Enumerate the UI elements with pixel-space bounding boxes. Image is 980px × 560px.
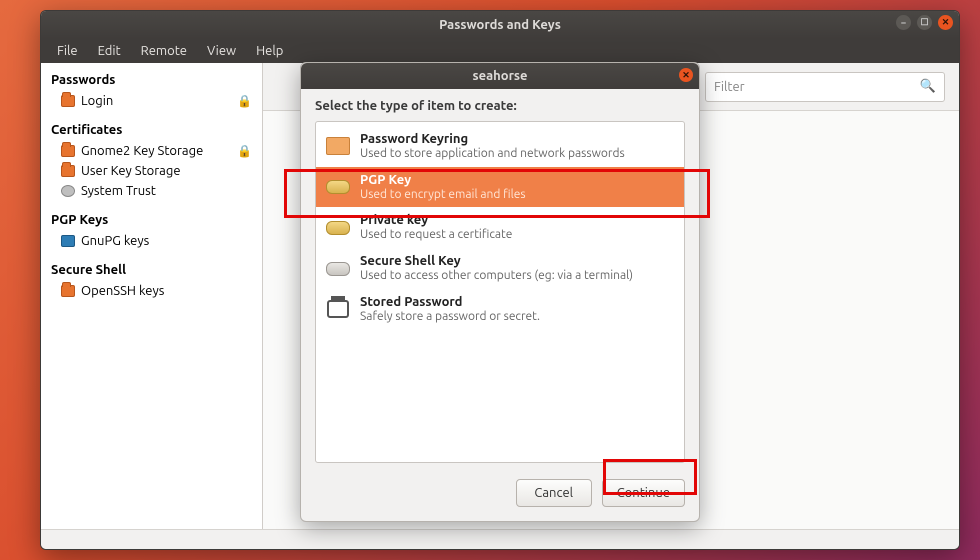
lock-icon: 🔒	[237, 94, 252, 108]
folder-icon	[61, 145, 75, 157]
search-icon: 🔍	[920, 79, 936, 94]
item-type-title: Private key	[360, 213, 512, 228]
cancel-button[interactable]: Cancel	[516, 479, 592, 507]
menu-file[interactable]: File	[49, 42, 86, 60]
item-type-desc: Safely store a password or secret.	[360, 310, 540, 324]
folder-icon	[61, 165, 75, 177]
key-icon	[326, 216, 350, 240]
sidebar-item-label: Gnome2 Key Storage	[81, 144, 203, 158]
item-type-row[interactable]: PGP KeyUsed to encrypt email and files	[316, 167, 684, 208]
new-item-dialog: seahorse ✕ Select the type of item to cr…	[300, 62, 700, 522]
folder-icon	[61, 285, 75, 297]
gear-icon	[61, 185, 75, 197]
item-type-row[interactable]: Private keyUsed to request a certificate	[316, 207, 684, 248]
lock-icon	[326, 297, 350, 321]
key-icon	[326, 257, 350, 281]
window-close-button[interactable]: ✕	[938, 15, 953, 30]
window-titlebar[interactable]: Passwords and Keys – ☐ ✕	[41, 11, 959, 39]
item-type-desc: Used to access other computers (eg: via …	[360, 269, 633, 283]
sidebar-item[interactable]: Gnome2 Key Storage 🔒	[41, 141, 262, 161]
sidebar-header: Passwords	[41, 67, 262, 91]
sidebar-header: Secure Shell	[41, 257, 262, 281]
menu-help[interactable]: Help	[248, 42, 291, 60]
item-type-list: Password KeyringUsed to store applicatio…	[315, 121, 685, 463]
sidebar-item[interactable]: OpenSSH keys	[41, 281, 262, 301]
menu-remote[interactable]: Remote	[133, 42, 195, 60]
continue-button[interactable]: Continue	[602, 479, 685, 507]
sidebar-item-label: GnuPG keys	[81, 234, 149, 248]
sidebar-header: PGP Keys	[41, 207, 262, 231]
item-type-title: PGP Key	[360, 173, 526, 188]
dialog-close-button[interactable]: ✕	[679, 68, 693, 82]
window-maximize-button[interactable]: ☐	[917, 15, 932, 30]
sidebar: PasswordsLogin🔒CertificatesGnome2 Key St…	[41, 63, 263, 529]
window-title: Passwords and Keys	[439, 18, 561, 32]
search-placeholder: Filter	[714, 80, 745, 94]
item-type-desc: Used to store application and network pa…	[360, 147, 625, 161]
menu-view[interactable]: View	[199, 42, 244, 60]
menu-edit[interactable]: Edit	[90, 42, 129, 60]
sidebar-item-label: User Key Storage	[81, 164, 181, 178]
menubar: File Edit Remote View Help	[41, 39, 959, 63]
sidebar-item-label: OpenSSH keys	[81, 284, 164, 298]
key-icon	[61, 235, 75, 247]
sidebar-header: Certificates	[41, 117, 262, 141]
sidebar-item-label: System Trust	[81, 184, 156, 198]
sidebar-item[interactable]: System Trust	[41, 181, 262, 201]
statusbar	[41, 529, 959, 549]
sidebar-item-label: Login	[81, 94, 113, 108]
folder-icon	[61, 95, 75, 107]
item-type-desc: Used to encrypt email and files	[360, 188, 526, 202]
window-controls: – ☐ ✕	[896, 15, 953, 30]
sidebar-item[interactable]: GnuPG keys	[41, 231, 262, 251]
key-icon	[326, 175, 350, 199]
search-input[interactable]: Filter 🔍	[705, 72, 945, 102]
item-type-title: Stored Password	[360, 295, 540, 310]
dialog-prompt: Select the type of item to create:	[315, 99, 685, 113]
item-type-desc: Used to request a certificate	[360, 228, 512, 242]
sidebar-item[interactable]: User Key Storage	[41, 161, 262, 181]
item-type-title: Secure Shell Key	[360, 254, 633, 269]
dialog-body: Select the type of item to create: Passw…	[301, 89, 699, 467]
folder-icon	[326, 134, 350, 158]
item-type-row[interactable]: Stored PasswordSafely store a password o…	[316, 289, 684, 330]
item-type-row[interactable]: Password KeyringUsed to store applicatio…	[316, 126, 684, 167]
dialog-title: seahorse	[472, 69, 527, 83]
lock-icon: 🔒	[237, 144, 252, 158]
dialog-actions: Cancel Continue	[301, 467, 699, 521]
item-type-title: Password Keyring	[360, 132, 625, 147]
item-type-row[interactable]: Secure Shell KeyUsed to access other com…	[316, 248, 684, 289]
sidebar-item[interactable]: Login 🔒	[41, 91, 262, 111]
window-minimize-button[interactable]: –	[896, 15, 911, 30]
dialog-titlebar[interactable]: seahorse ✕	[301, 63, 699, 89]
